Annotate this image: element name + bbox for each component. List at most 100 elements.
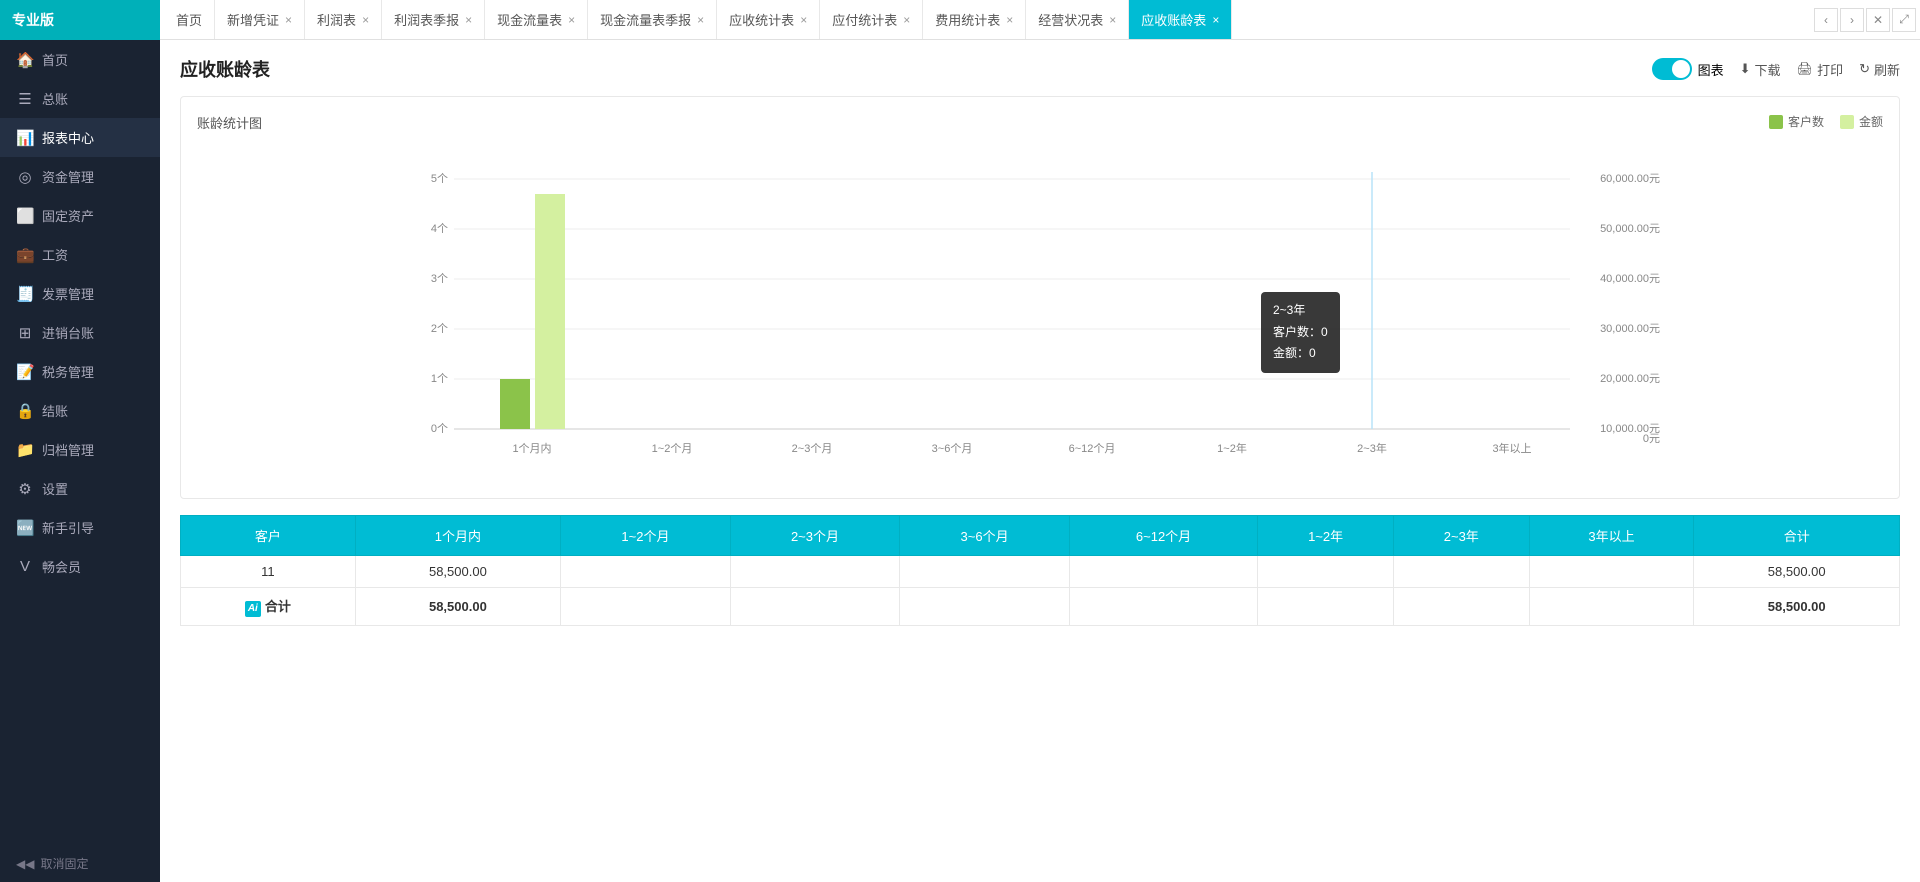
tab-aging-close[interactable]: × [1212,13,1219,27]
tab-expense-stat-close[interactable]: × [1006,13,1013,27]
legend-customer-label: 客户数 [1788,113,1824,130]
sidebar-item-closing[interactable]: 🔒 结账 [0,391,160,430]
refresh-button[interactable]: ↻ 刷新 [1859,60,1900,79]
svg-text:1~2年: 1~2年 [1217,441,1247,455]
svg-text:50,000.00元: 50,000.00元 [1600,223,1660,235]
tab-receivable-stat[interactable]: 应收统计表 × [717,0,820,40]
summary-m1: 58,500.00 [355,588,560,626]
tab-profit-close[interactable]: × [362,13,369,27]
svg-text:20,000.00元: 20,000.00元 [1600,373,1660,385]
sidebar-item-archive[interactable]: 📁 归档管理 [0,430,160,469]
tab-profit[interactable]: 利润表 × [305,0,382,40]
sidebar-item-label: 进销台账 [42,323,94,342]
svg-text:1个: 1个 [431,372,448,385]
svg-text:3年以上: 3年以上 [1492,441,1531,455]
sidebar-item-invoice[interactable]: 🧾 发票管理 [0,274,160,313]
print-button[interactable]: 🖨 打印 [1797,60,1844,79]
col-header-m1: 1个月内 [355,516,560,556]
cell-m4 [900,556,1070,588]
tab-profit-quarter-label: 利润表季报 [394,10,459,29]
svg-text:3个: 3个 [431,272,448,285]
col-header-m8: 3年以上 [1529,516,1694,556]
download-label: 下载 [1755,60,1781,79]
download-button[interactable]: ⬇ 下载 [1740,60,1781,79]
table-row: 11 58,500.00 58,500.00 [181,556,1900,588]
sidebar-item-label: 首页 [42,50,68,69]
sidebar-item-label: 发票管理 [42,284,94,303]
home-icon: 🏠 [16,51,34,69]
svg-text:1个月内: 1个月内 [512,441,551,455]
svg-text:6~12个月: 6~12个月 [1069,442,1116,455]
svg-text:2~3年: 2~3年 [1357,441,1387,455]
cell-m5 [1069,556,1257,588]
sidebar: 专业版 🏠 首页 ☰ 总账 📊 报表中心 ◎ 资金管理 ⬜ 固定资产 💼 工资 … [0,0,160,882]
sidebar-item-finance[interactable]: ◎ 资金管理 [0,157,160,196]
tab-expense-stat-label: 费用统计表 [935,10,1000,29]
tab-home[interactable]: 首页 [164,0,215,40]
tab-cashflow-quarter-close[interactable]: × [697,13,704,27]
chart-toggle-wrap: 图表 [1652,58,1724,80]
tab-voucher[interactable]: 新增凭证 × [215,0,305,40]
tab-profit-quarter[interactable]: 利润表季报 × [382,0,485,40]
tab-cashflow-close[interactable]: × [568,13,575,27]
tab-close-all[interactable]: ✕ [1866,8,1890,32]
sidebar-item-settings[interactable]: ⚙ 设置 [0,469,160,508]
tab-payable-stat-close[interactable]: × [903,13,910,27]
cell-m1: 58,500.00 [355,556,560,588]
tab-nav-next[interactable]: › [1840,8,1864,32]
tab-cashflow[interactable]: 现金流量表 × [485,0,588,40]
sidebar-pin-toggle[interactable]: ◀◀ 取消固定 [0,845,160,882]
svg-text:30,000.00元: 30,000.00元 [1600,323,1660,335]
svg-text:5个: 5个 [431,172,448,185]
sidebar-item-guide[interactable]: 🆕 新手引导 [0,508,160,547]
sidebar-item-label: 新手引导 [42,518,94,537]
legend-customer-count: 客户数 [1769,113,1824,130]
chart-svg: 5个 4个 3个 2个 1个 0个 60,000.00元 50,000.00元 … [197,142,1883,482]
tab-nav-prev[interactable]: ‹ [1814,8,1838,32]
summary-m3 [730,588,900,626]
tab-profit-quarter-close[interactable]: × [465,13,472,27]
tab-aging[interactable]: 应收账龄表 × [1129,0,1232,40]
svg-text:2~3个月: 2~3个月 [792,442,833,455]
sidebar-item-home[interactable]: 🏠 首页 [0,40,160,79]
sidebar-item-ledger[interactable]: ☰ 总账 [0,79,160,118]
svg-text:1~2个月: 1~2个月 [652,442,693,455]
tab-voucher-label: 新增凭证 [227,10,279,29]
salary-icon: 💼 [16,246,34,264]
tab-business-stat-close[interactable]: × [1109,13,1116,27]
tab-payable-stat[interactable]: 应付统计表 × [820,0,923,40]
col-header-customer: 客户 [181,516,356,556]
tab-expense-stat[interactable]: 费用统计表 × [923,0,1026,40]
sidebar-item-salary[interactable]: 💼 工资 [0,235,160,274]
sidebar-item-report[interactable]: 📊 报表中心 [0,118,160,157]
tab-maximize[interactable]: ⤢ [1892,8,1916,32]
tab-cashflow-quarter[interactable]: 现金流量表季报 × [588,0,717,40]
content-area: 应收账龄表 图表 ⬇ 下载 🖨 打印 ↻ [160,40,1920,882]
summary-m6 [1258,588,1394,626]
sidebar-item-assets[interactable]: ⬜ 固定资产 [0,196,160,235]
summary-m7 [1393,588,1529,626]
tab-aging-label: 应收账龄表 [1141,10,1206,29]
sidebar-item-label: 归档管理 [42,440,94,459]
chart-toggle[interactable] [1652,58,1692,80]
summary-label: 合计 [265,599,291,614]
sidebar-item-tax[interactable]: 📝 税务管理 [0,352,160,391]
svg-text:3~6个月: 3~6个月 [932,442,973,455]
print-label: 打印 [1817,60,1843,79]
tab-business-stat-label: 经营状况表 [1038,10,1103,29]
sidebar-item-purchase[interactable]: ⊞ 进销台账 [0,313,160,352]
bar-count-1 [500,379,530,429]
svg-text:60,000.00元: 60,000.00元 [1600,173,1660,185]
tab-bar: 首页 新增凭证 × 利润表 × 利润表季报 × 现金流量表 × 现金流量表季报 … [160,0,1920,40]
page-container: 应收账龄表 图表 ⬇ 下载 🖨 打印 ↻ [160,40,1920,882]
tab-business-stat[interactable]: 经营状况表 × [1026,0,1129,40]
tab-receivable-stat-close[interactable]: × [800,13,807,27]
sidebar-item-member[interactable]: V 畅会员 [0,547,160,586]
sidebar-item-label: 报表中心 [42,128,94,147]
legend-amount-color [1840,115,1854,129]
table-summary-row: Ai合计 58,500.00 58,500.00 [181,588,1900,626]
legend-customer-color [1769,115,1783,129]
chart-toggle-label: 图表 [1698,60,1724,79]
ledger-icon: ☰ [16,90,34,108]
tab-voucher-close[interactable]: × [285,13,292,27]
